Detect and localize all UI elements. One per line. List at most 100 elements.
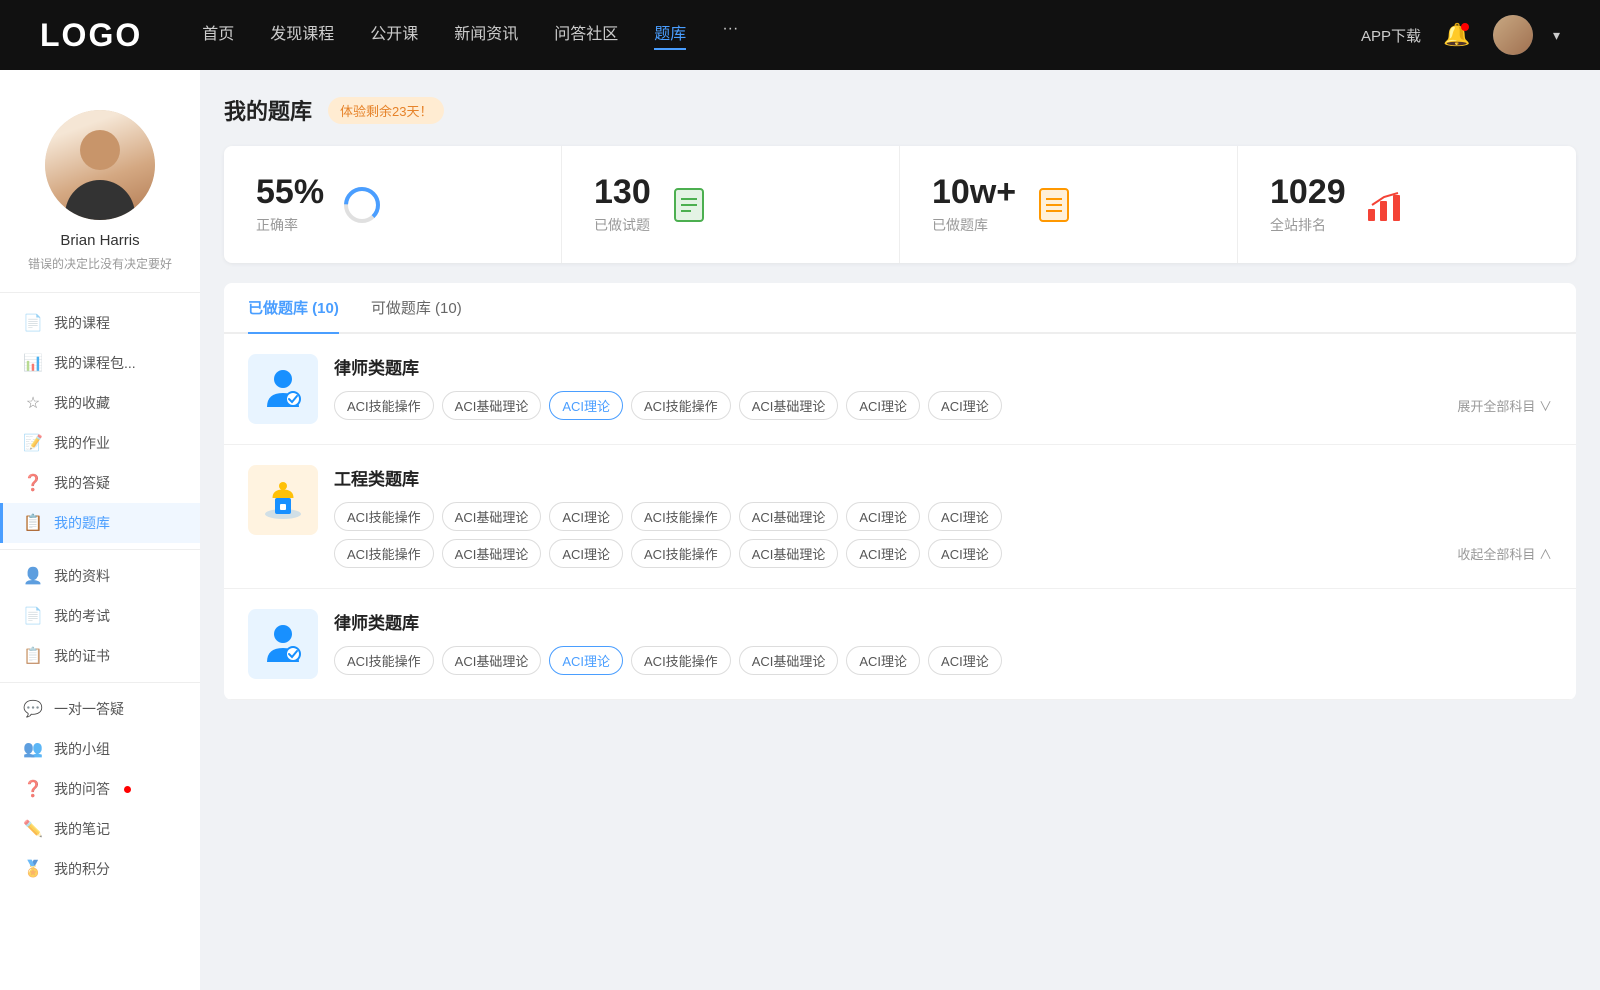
tab-done-banks[interactable]: 已做题库 (10) [248, 283, 339, 334]
sidebar-item-label: 我的笔记 [54, 819, 110, 839]
tag-eng1-r1-5[interactable]: ACI理论 [846, 502, 920, 531]
app-download-link[interactable]: APP下载 [1361, 25, 1421, 46]
tag-lawyer1-1[interactable]: ACI基础理论 [442, 391, 542, 420]
tag-eng1-r2-3[interactable]: ACI技能操作 [631, 539, 731, 568]
tag-eng1-r2-5[interactable]: ACI理论 [846, 539, 920, 568]
stat-banks-done: 10w+ 已做题库 [900, 146, 1238, 263]
courses-icon: 📄 [24, 314, 42, 332]
qa-icon: ❓ [24, 474, 42, 492]
sidebar-item-1on1[interactable]: 💬 一对一答疑 [0, 689, 200, 729]
top-navigation: LOGO 首页 发现课程 公开课 新闻资讯 问答社区 题库 ··· APP下载 … [0, 0, 1600, 70]
tag-eng1-r2-1[interactable]: ACI基础理论 [442, 539, 542, 568]
sidebar-motto: 错误的决定比没有决定要好 [28, 255, 172, 272]
tag-lawyer2-6[interactable]: ACI理论 [928, 646, 1002, 675]
sidebar-item-points[interactable]: 🏅 我的积分 [0, 849, 200, 889]
sidebar-item-questions[interactable]: ❓ 我的问答 [0, 769, 200, 809]
sidebar-item-exams[interactable]: 📄 我的考试 [0, 596, 200, 636]
lawyer-icon [259, 365, 307, 413]
page-layout: Brian Harris 错误的决定比没有决定要好 📄 我的课程 📊 我的课程包… [0, 70, 1600, 990]
tag-lawyer1-0[interactable]: ACI技能操作 [334, 391, 434, 420]
tag-lawyer1-4[interactable]: ACI基础理论 [739, 391, 839, 420]
groups-icon: 👥 [24, 740, 42, 758]
tag-eng1-r1-3[interactable]: ACI技能操作 [631, 502, 731, 531]
tag-lawyer2-1[interactable]: ACI基础理论 [442, 646, 542, 675]
tag-eng1-r1-2[interactable]: ACI理论 [549, 502, 623, 531]
sidebar-item-label: 我的证书 [54, 646, 110, 666]
one-on-one-icon: 💬 [24, 700, 42, 718]
sidebar-item-course-packs[interactable]: 📊 我的课程包... [0, 343, 200, 383]
qbank-list: 律师类题库 ACI技能操作 ACI基础理论 ACI理论 ACI技能操作 ACI基… [224, 334, 1576, 700]
sidebar-item-label: 我的考试 [54, 606, 110, 626]
questions-icon: ❓ [24, 780, 42, 798]
qbank-icon: 📋 [24, 514, 42, 532]
tag-eng1-r1-6[interactable]: ACI理论 [928, 502, 1002, 531]
tag-eng1-r2-0[interactable]: ACI技能操作 [334, 539, 434, 568]
nav-qa[interactable]: 问答社区 [554, 20, 618, 50]
avatar-image [1493, 15, 1533, 55]
sidebar-item-label: 我的问答 [54, 779, 110, 799]
sidebar-item-groups[interactable]: 👥 我的小组 [0, 729, 200, 769]
sidebar-item-label: 我的课程包... [54, 353, 136, 373]
tag-eng1-r1-4[interactable]: ACI基础理论 [739, 502, 839, 531]
tag-lawyer1-3[interactable]: ACI技能操作 [631, 391, 731, 420]
nav-qbank[interactable]: 题库 [654, 20, 686, 50]
tag-eng1-r2-6[interactable]: ACI理论 [928, 539, 1002, 568]
avatar-inner [45, 110, 155, 220]
page-header: 我的题库 体验剩余23天！ [224, 94, 1576, 126]
trial-badge: 体验剩余23天！ [328, 97, 444, 124]
tag-lawyer1-2[interactable]: ACI理论 [549, 391, 623, 420]
tab-available-banks[interactable]: 可做题库 (10) [371, 283, 462, 334]
sidebar-divider-2 [0, 682, 200, 683]
profile-icon: 👤 [24, 567, 42, 585]
nav-home[interactable]: 首页 [202, 20, 234, 50]
user-menu-chevron[interactable]: ▾ [1553, 27, 1560, 44]
nav-news[interactable]: 新闻资讯 [454, 20, 518, 50]
stat-accuracy-value: 55% [256, 174, 324, 211]
tag-lawyer2-4[interactable]: ACI基础理论 [739, 646, 839, 675]
tag-lawyer1-5[interactable]: ACI理论 [846, 391, 920, 420]
sidebar-item-profile[interactable]: 👤 我的资料 [0, 556, 200, 596]
notification-bell[interactable]: 🔔 [1441, 19, 1473, 51]
sidebar-item-qa[interactable]: ❓ 我的答疑 [0, 463, 200, 503]
user-avatar[interactable] [1493, 15, 1533, 55]
tag-lawyer2-3[interactable]: ACI技能操作 [631, 646, 731, 675]
lawyer1-icon [248, 354, 318, 424]
sidebar-item-favorites[interactable]: ☆ 我的收藏 [0, 383, 200, 423]
nav-discover[interactable]: 发现课程 [270, 20, 334, 50]
stat-questions-value: 130 [594, 174, 651, 211]
ranking-icon [1362, 183, 1406, 227]
sidebar-item-certificates[interactable]: 📋 我的证书 [0, 636, 200, 676]
tag-eng1-r2-2[interactable]: ACI理论 [549, 539, 623, 568]
tag-eng1-r1-0[interactable]: ACI技能操作 [334, 502, 434, 531]
nav-menu: 首页 发现课程 公开课 新闻资讯 问答社区 题库 ··· [202, 20, 1361, 50]
qbank-card-lawyer1: 律师类题库 ACI技能操作 ACI基础理论 ACI理论 ACI技能操作 ACI基… [224, 334, 1576, 445]
sidebar-item-homework[interactable]: 📝 我的作业 [0, 423, 200, 463]
tag-lawyer2-0[interactable]: ACI技能操作 [334, 646, 434, 675]
stat-accuracy: 55% 正确率 [224, 146, 562, 263]
sidebar-item-qbank[interactable]: 📋 我的题库 [0, 503, 200, 543]
sidebar-avatar [45, 110, 155, 220]
lawyer2-icon-svg [259, 620, 307, 668]
stats-row: 55% 正确率 130 已做试题 [224, 146, 1576, 263]
nav-more[interactable]: ··· [722, 20, 738, 50]
tag-lawyer2-2[interactable]: ACI理论 [549, 646, 623, 675]
sidebar: Brian Harris 错误的决定比没有决定要好 📄 我的课程 📊 我的课程包… [0, 70, 200, 990]
tag-lawyer2-5[interactable]: ACI理论 [846, 646, 920, 675]
sidebar-item-label: 我的小组 [54, 739, 110, 759]
tabs-section: 已做题库 (10) 可做题库 (10) [224, 283, 1576, 700]
nav-public-course[interactable]: 公开课 [370, 20, 418, 50]
tag-lawyer1-6[interactable]: ACI理论 [928, 391, 1002, 420]
sidebar-item-label: 我的题库 [54, 513, 110, 533]
engineer1-collapse[interactable]: 收起全部科目 ∧ [1457, 544, 1552, 563]
sidebar-username: Brian Harris [60, 232, 139, 249]
engineer-icon [259, 476, 307, 524]
sidebar-item-notes[interactable]: ✏️ 我的笔记 [0, 809, 200, 849]
lawyer1-expand[interactable]: 展开全部科目 ∨ [1457, 396, 1552, 415]
sidebar-item-my-courses[interactable]: 📄 我的课程 [0, 303, 200, 343]
stat-questions-label: 已做试题 [594, 215, 651, 235]
tag-eng1-r2-4[interactable]: ACI基础理论 [739, 539, 839, 568]
tag-eng1-r1-1[interactable]: ACI基础理论 [442, 502, 542, 531]
sidebar-divider-1 [0, 549, 200, 550]
homework-icon: 📝 [24, 434, 42, 452]
cert-icon: 📋 [24, 647, 42, 665]
